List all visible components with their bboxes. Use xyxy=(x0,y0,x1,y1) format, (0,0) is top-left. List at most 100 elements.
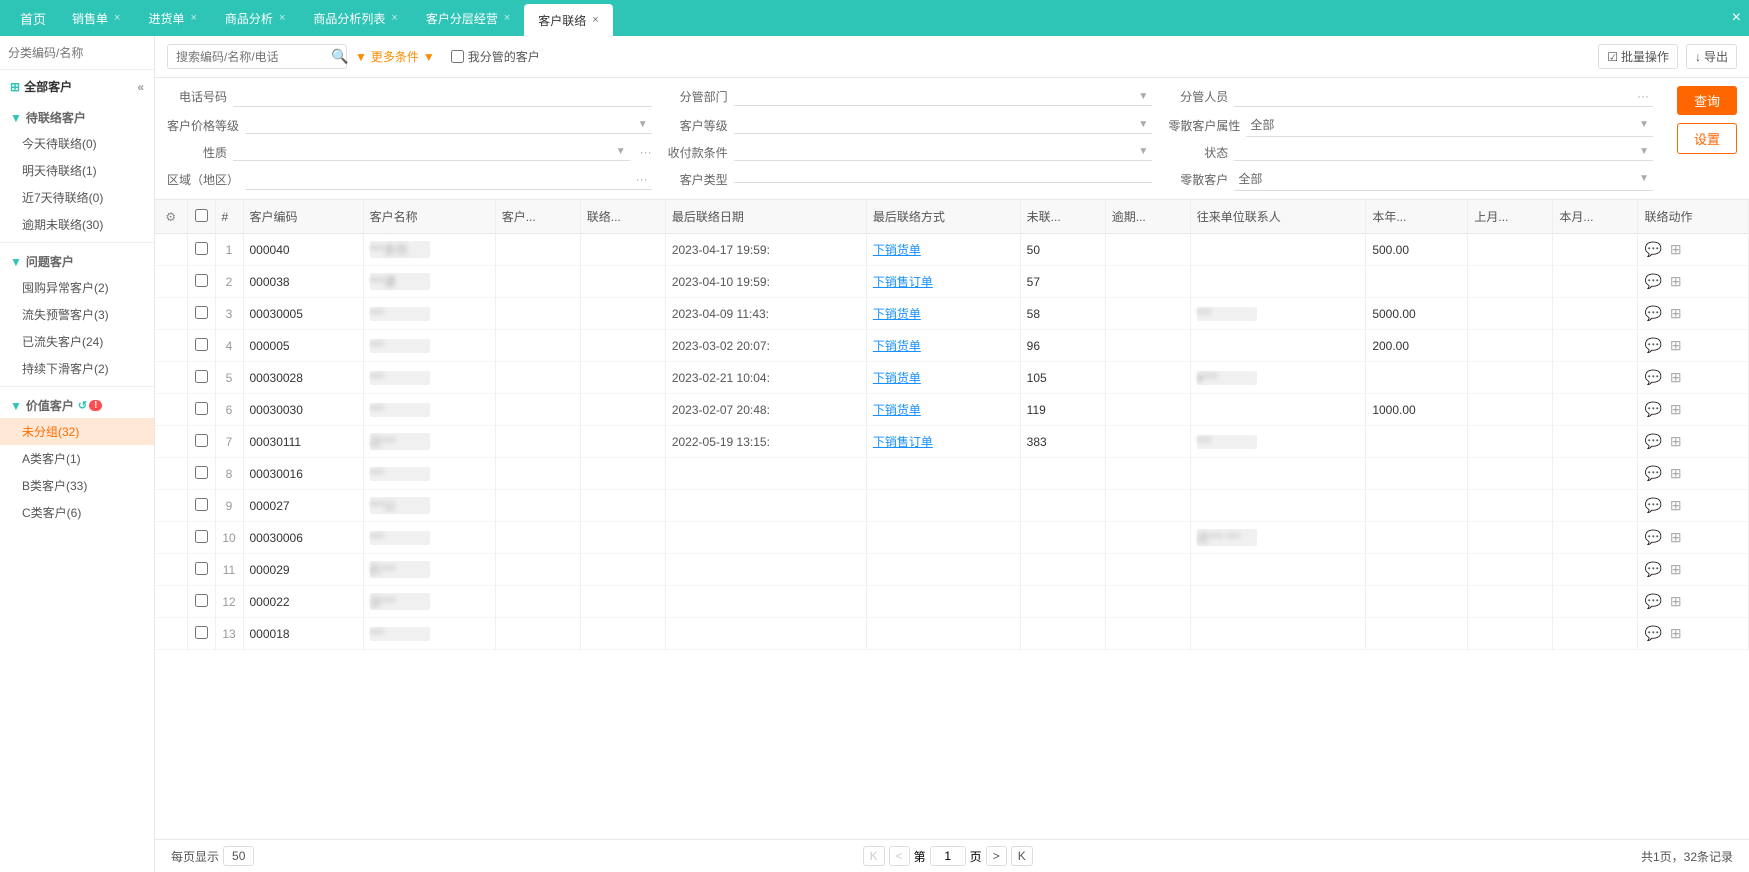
row-last-method[interactable] xyxy=(866,618,1020,650)
row-select-checkbox[interactable] xyxy=(195,306,208,319)
sidebar-all-clients-header[interactable]: ⊞ 全部客户 « xyxy=(0,70,154,103)
reset-button[interactable]: 设置 xyxy=(1677,123,1737,154)
grid-action-icon[interactable]: ⊞ xyxy=(1670,337,1682,354)
sidebar-item-hoarding-abnormal[interactable]: 囤购异常客户(2) xyxy=(0,274,154,301)
row-last-method[interactable] xyxy=(866,490,1020,522)
row-select-checkbox[interactable] xyxy=(195,274,208,287)
message-icon[interactable]: 💬 xyxy=(1644,529,1661,546)
tab-customer-tier[interactable]: 客户分层经营 × xyxy=(412,0,524,36)
message-icon[interactable]: 💬 xyxy=(1644,305,1661,322)
nature-select[interactable]: ▼ xyxy=(233,143,630,161)
row-select-checkbox[interactable] xyxy=(195,498,208,511)
sidebar-item-tomorrow-pending[interactable]: 明天待联络(1) xyxy=(0,157,154,184)
status-select[interactable]: ▼ xyxy=(1234,143,1653,161)
tab-goods-analysis-list[interactable]: 商品分析列表 × xyxy=(299,0,411,36)
row-last-method[interactable]: 下销货单 xyxy=(866,234,1020,266)
close-icon[interactable]: × xyxy=(391,12,397,24)
phone-input[interactable] xyxy=(233,86,652,107)
more-icon[interactable]: ··· xyxy=(640,145,652,159)
tab-purchase[interactable]: 进货单 × xyxy=(134,0,210,36)
grid-action-icon[interactable]: ⊞ xyxy=(1670,241,1682,258)
more-icon[interactable]: ··· xyxy=(1637,89,1649,103)
message-icon[interactable]: 💬 xyxy=(1644,497,1661,514)
grid-action-icon[interactable]: ⊞ xyxy=(1670,305,1682,322)
tab-goods-analysis[interactable]: 商品分析 × xyxy=(211,0,299,36)
grid-action-icon[interactable]: ⊞ xyxy=(1670,529,1682,546)
refresh-icon[interactable]: ↺ xyxy=(78,399,87,412)
sidebar-item-class-c[interactable]: C类客户(6) xyxy=(0,499,154,526)
row-select-checkbox[interactable] xyxy=(195,466,208,479)
page-number-input[interactable] xyxy=(930,846,966,866)
group-value-clients[interactable]: ▼ 价值客户 ↺ ! xyxy=(0,391,154,418)
grid-action-icon[interactable]: ⊞ xyxy=(1670,273,1682,290)
grid-action-icon[interactable]: ⊞ xyxy=(1670,369,1682,386)
close-icon[interactable]: × xyxy=(279,12,285,24)
collapse-icon[interactable]: « xyxy=(137,80,144,94)
grid-action-icon[interactable]: ⊞ xyxy=(1670,561,1682,578)
row-select-checkbox[interactable] xyxy=(195,242,208,255)
row-select-checkbox[interactable] xyxy=(195,434,208,447)
retail-attr-select[interactable]: 全部 ▼ xyxy=(1246,113,1653,137)
close-window-icon[interactable]: × xyxy=(1732,9,1741,27)
close-icon[interactable]: × xyxy=(504,12,510,24)
sidebar-item-class-b[interactable]: B类客户(33) xyxy=(0,472,154,499)
client-type-select[interactable] xyxy=(734,176,1153,183)
message-icon[interactable]: 💬 xyxy=(1644,561,1661,578)
row-select-checkbox[interactable] xyxy=(195,338,208,351)
my-clients-checkbox[interactable]: 我分管的客户 xyxy=(451,48,540,65)
batch-ops-btn[interactable]: ☑ 批量操作 xyxy=(1598,44,1678,69)
row-select-checkbox[interactable] xyxy=(195,402,208,415)
sidebar-item-today-pending[interactable]: 今天待联络(0) xyxy=(0,130,154,157)
row-last-method[interactable] xyxy=(866,554,1020,586)
export-btn[interactable]: ↓ 导出 xyxy=(1686,44,1737,69)
prev-page-btn[interactable]: < xyxy=(889,846,910,866)
message-icon[interactable]: 💬 xyxy=(1644,273,1661,290)
message-icon[interactable]: 💬 xyxy=(1644,433,1661,450)
message-icon[interactable]: 💬 xyxy=(1644,369,1661,386)
close-icon[interactable]: × xyxy=(114,12,120,24)
group-problem-clients[interactable]: ▼ 问题客户 xyxy=(0,247,154,274)
row-last-method[interactable] xyxy=(866,458,1020,490)
more-conditions-btn[interactable]: ▼ 更多条件 ▼ xyxy=(355,48,435,65)
sidebar-item-ungrouped[interactable]: 未分组(32) xyxy=(0,418,154,445)
dept-select[interactable]: ▼ xyxy=(734,88,1153,106)
sidebar-item-churn-warning[interactable]: 流失预警客户(3) xyxy=(0,301,154,328)
retail-client-select[interactable]: 全部 ▼ xyxy=(1234,167,1653,191)
row-select-checkbox[interactable] xyxy=(195,370,208,383)
search-icon[interactable]: 🔍 xyxy=(331,48,348,65)
row-last-method[interactable]: 下销货单 xyxy=(866,330,1020,362)
query-button[interactable]: 查询 xyxy=(1677,86,1737,115)
first-page-btn[interactable]: K xyxy=(863,846,885,866)
tab-home[interactable]: 首页 xyxy=(8,0,58,36)
message-icon[interactable]: 💬 xyxy=(1644,593,1661,610)
sidebar-item-churned[interactable]: 已流失客户(24) xyxy=(0,328,154,355)
grid-action-icon[interactable]: ⊞ xyxy=(1670,401,1682,418)
select-all-checkbox[interactable] xyxy=(195,209,208,222)
sidebar-item-declining[interactable]: 持续下滑客户(2) xyxy=(0,355,154,382)
sidebar-search-input[interactable] xyxy=(8,46,155,60)
row-last-method[interactable] xyxy=(866,586,1020,618)
row-select-checkbox[interactable] xyxy=(195,530,208,543)
grid-action-icon[interactable]: ⊞ xyxy=(1670,433,1682,450)
message-icon[interactable]: 💬 xyxy=(1644,465,1661,482)
gear-icon[interactable]: ⚙ xyxy=(165,210,176,224)
close-icon[interactable]: × xyxy=(592,14,598,26)
staff-select[interactable]: ··· xyxy=(1234,86,1653,107)
grid-action-icon[interactable]: ⊞ xyxy=(1670,465,1682,482)
area-select[interactable]: ··· xyxy=(245,169,652,190)
last-page-btn[interactable]: K xyxy=(1011,846,1033,866)
client-level-select[interactable]: ▼ xyxy=(734,116,1153,134)
message-icon[interactable]: 💬 xyxy=(1644,241,1661,258)
filter-search-input[interactable] xyxy=(176,50,331,64)
my-clients-check[interactable] xyxy=(451,50,464,63)
payment-select[interactable]: ▼ xyxy=(734,143,1153,161)
tab-sales[interactable]: 销售单 × xyxy=(58,0,134,36)
message-icon[interactable]: 💬 xyxy=(1644,337,1661,354)
col-settings[interactable]: ⚙ xyxy=(155,200,187,234)
row-last-method[interactable]: 下销货单 xyxy=(866,362,1020,394)
grid-action-icon[interactable]: ⊞ xyxy=(1670,625,1682,642)
price-level-select[interactable]: ▼ xyxy=(245,116,652,134)
tab-customer-contact[interactable]: 客户联络 × xyxy=(524,4,612,36)
message-icon[interactable]: 💬 xyxy=(1644,625,1661,642)
group-pending-contact[interactable]: ▼ 待联络客户 xyxy=(0,103,154,130)
